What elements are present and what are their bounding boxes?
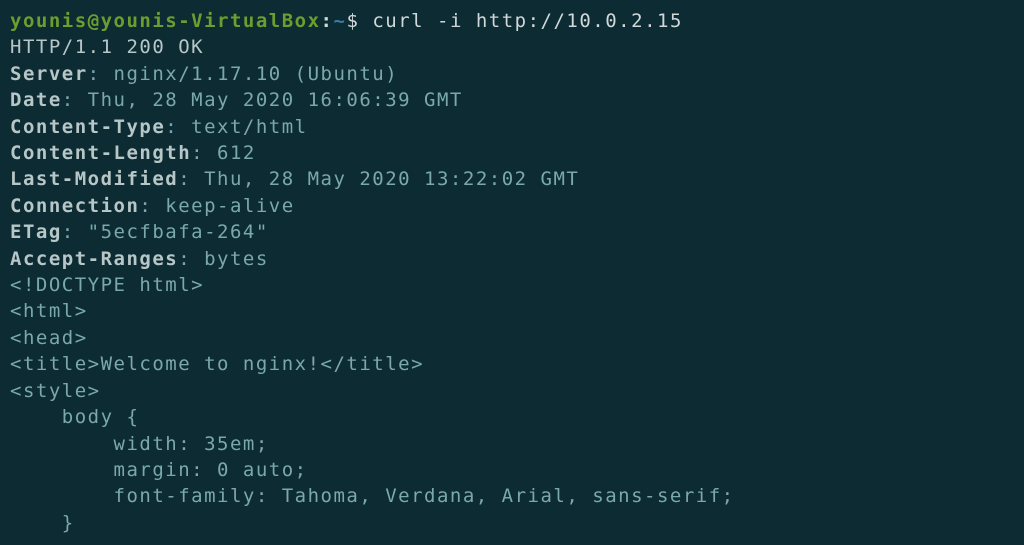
header-name: Last-Modified bbox=[10, 168, 178, 190]
header-name: Server bbox=[10, 63, 88, 85]
header-value: : 612 bbox=[191, 142, 256, 164]
http-header-line: ETag: "5ecfbafa-264" bbox=[10, 219, 1014, 245]
response-body-line: <style> bbox=[10, 378, 1014, 404]
response-body-line: <html> bbox=[10, 298, 1014, 324]
header-name: Date bbox=[10, 89, 62, 111]
header-name: Content-Type bbox=[10, 116, 165, 138]
header-value: : "5ecfbafa-264" bbox=[62, 221, 269, 243]
header-value: : bytes bbox=[178, 248, 269, 270]
prompt-user-host: younis@younis-VirtualBox bbox=[10, 10, 321, 32]
prompt-line[interactable]: younis@younis-VirtualBox:~$ curl -i http… bbox=[10, 8, 1014, 34]
response-body-line: font-family: Tahoma, Verdana, Arial, san… bbox=[10, 483, 1014, 509]
response-body-line: <head> bbox=[10, 325, 1014, 351]
http-header-line: Content-Length: 612 bbox=[10, 140, 1014, 166]
http-header-line: Accept-Ranges: bytes bbox=[10, 246, 1014, 272]
header-name: Accept-Ranges bbox=[10, 248, 178, 270]
http-header-line: Last-Modified: Thu, 28 May 2020 13:22:02… bbox=[10, 166, 1014, 192]
prompt-colon: : bbox=[321, 10, 334, 32]
http-status-line: HTTP/1.1 200 OK bbox=[10, 34, 1014, 60]
http-header-line: Server: nginx/1.17.10 (Ubuntu) bbox=[10, 61, 1014, 87]
header-value: : nginx/1.17.10 (Ubuntu) bbox=[88, 63, 399, 85]
command-text: curl -i http://10.0.2.15 bbox=[359, 10, 682, 32]
http-header-line: Connection: keep-alive bbox=[10, 193, 1014, 219]
header-value: : text/html bbox=[165, 116, 307, 138]
response-body-line: } bbox=[10, 510, 1014, 536]
header-value: : Thu, 28 May 2020 13:22:02 GMT bbox=[178, 168, 579, 190]
response-body-line: margin: 0 auto; bbox=[10, 457, 1014, 483]
http-header-line: Content-Type: text/html bbox=[10, 114, 1014, 140]
prompt-dollar: $ bbox=[346, 10, 359, 32]
http-header-line: Date: Thu, 28 May 2020 16:06:39 GMT bbox=[10, 87, 1014, 113]
response-body-line: <!DOCTYPE html> bbox=[10, 272, 1014, 298]
header-name: ETag bbox=[10, 221, 62, 243]
header-value: : keep-alive bbox=[139, 195, 294, 217]
header-name: Connection bbox=[10, 195, 139, 217]
response-body-line: width: 35em; bbox=[10, 431, 1014, 457]
header-value: : Thu, 28 May 2020 16:06:39 GMT bbox=[62, 89, 463, 111]
prompt-path: ~ bbox=[334, 10, 347, 32]
response-body-line: body { bbox=[10, 404, 1014, 430]
response-body-line: <title>Welcome to nginx!</title> bbox=[10, 351, 1014, 377]
header-name: Content-Length bbox=[10, 142, 191, 164]
